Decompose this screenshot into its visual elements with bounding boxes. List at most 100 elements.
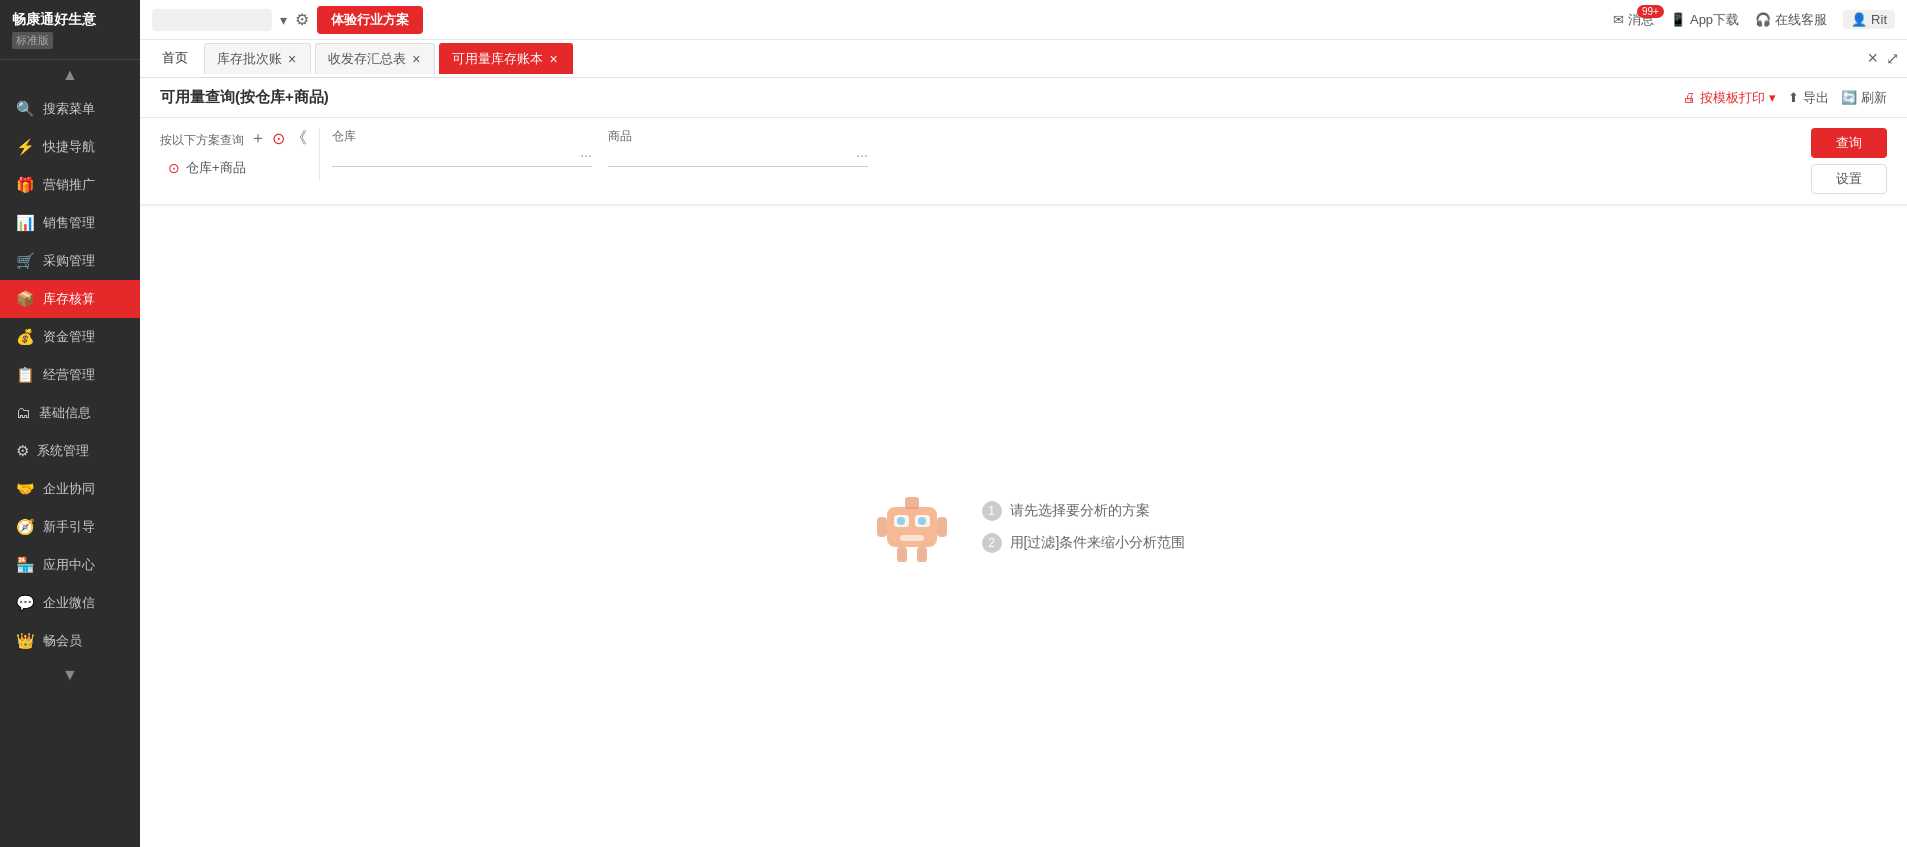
print-btn[interactable]: 🖨 按模板打印 ▾ xyxy=(1683,89,1776,107)
tab-batch-label: 库存批次账 xyxy=(217,50,282,68)
tab-home[interactable]: 首页 xyxy=(148,43,202,75)
sidebar-item-label: 畅会员 xyxy=(43,632,82,650)
refresh-label: 刷新 xyxy=(1861,89,1887,107)
search-icon: 🔍 xyxy=(16,100,35,118)
scheme-add-btn[interactable]: ＋ xyxy=(250,128,266,149)
headset-icon: 🎧 xyxy=(1755,12,1771,27)
sidebar-item-sales[interactable]: 📊 销售管理 xyxy=(0,204,140,242)
filter-settings-btn[interactable]: 设置 xyxy=(1811,164,1887,194)
sidebar-item-shortcut[interactable]: ⚡ 快捷导航 xyxy=(0,128,140,166)
sidebar-item-member[interactable]: 👑 畅会员 xyxy=(0,622,140,660)
sidebar-item-search[interactable]: 🔍 搜索菜单 xyxy=(0,90,140,128)
warehouse-input[interactable] xyxy=(332,148,580,163)
sidebar-item-inventory[interactable]: 📦 库存核算 xyxy=(0,280,140,318)
sidebar-scroll-down[interactable]: ▼ xyxy=(0,660,140,690)
tab-batch-close[interactable]: × xyxy=(286,52,298,66)
empty-tips: 1 请先选择要分析的方案 2 用[过滤]条件来缩小分析范围 xyxy=(982,501,1186,553)
sidebar-item-purchase[interactable]: 🛒 采购管理 xyxy=(0,242,140,280)
tab-available-close[interactable]: × xyxy=(547,52,559,66)
message-btn[interactable]: ✉ 消息 99+ xyxy=(1613,11,1654,29)
clipboard-icon: 📋 xyxy=(16,366,35,384)
page-header: 可用量查询(按仓库+商品) 🖨 按模板打印 ▾ ⬆ 导出 🔄 刷新 xyxy=(140,78,1907,118)
tip-num-1: 1 xyxy=(982,501,1002,521)
export-icon: ⬆ xyxy=(1788,90,1799,105)
sidebar-item-wechat[interactable]: 💬 企业微信 xyxy=(0,584,140,622)
warehouse-field: 仓库 ··· xyxy=(332,128,592,167)
tab-available-label: 可用量库存账本 xyxy=(452,50,543,68)
sidebar-item-label: 搜索菜单 xyxy=(43,100,95,118)
sidebar-item-label: 采购管理 xyxy=(43,252,95,270)
message-icon: ✉ xyxy=(1613,12,1624,27)
tabbar-expand-btn[interactable]: ⤢ xyxy=(1886,49,1899,68)
sidebar-item-label: 资金管理 xyxy=(43,328,95,346)
sidebar-item-newbie[interactable]: 🧭 新手引导 xyxy=(0,508,140,546)
tab-summary-close[interactable]: × xyxy=(410,52,422,66)
sidebar-item-finance[interactable]: 💰 资金管理 xyxy=(0,318,140,356)
scheme-item-label: 仓库+商品 xyxy=(186,159,246,177)
lightning-icon: ⚡ xyxy=(16,138,35,156)
tabbar-close-all-btn[interactable]: × xyxy=(1867,48,1878,69)
handshake-icon: 🤝 xyxy=(16,480,35,498)
company-name: 畅康通好生意 xyxy=(12,10,128,30)
svg-rect-8 xyxy=(917,547,927,562)
mobile-icon: 📱 xyxy=(1670,12,1686,27)
compass-icon: 🧭 xyxy=(16,518,35,536)
page-header-actions: 🖨 按模板打印 ▾ ⬆ 导出 🔄 刷新 xyxy=(1683,89,1887,107)
topbar: ▾ ⚙ 体验行业方案 ✉ 消息 99+ 📱 App下载 🎧 在线客服 👤 Rit xyxy=(140,0,1907,40)
warehouse-input-wrapper: ··· xyxy=(332,147,592,167)
query-btn[interactable]: 查询 xyxy=(1811,128,1887,158)
scheme-settings-btn[interactable]: ⊙ xyxy=(272,129,285,148)
user-menu-btn[interactable]: 👤 Rit xyxy=(1843,10,1895,29)
sidebar-item-basic[interactable]: 🗂 基础信息 xyxy=(0,394,140,432)
service-btn[interactable]: 🎧 在线客服 xyxy=(1755,11,1827,29)
scheme-item-warehouse[interactable]: ⊙ 仓库+商品 xyxy=(160,155,307,181)
goods-input-wrapper: ··· xyxy=(608,147,868,167)
sidebar-item-marketing[interactable]: 🎁 营销推广 xyxy=(0,166,140,204)
export-label: 导出 xyxy=(1803,89,1829,107)
refresh-btn[interactable]: 🔄 刷新 xyxy=(1841,89,1887,107)
sidebar-item-label: 营销推广 xyxy=(43,176,95,194)
sidebar-item-label: 企业协同 xyxy=(43,480,95,498)
page-title: 可用量查询(按仓库+商品) xyxy=(160,88,329,107)
refresh-icon: 🔄 xyxy=(1841,90,1857,105)
sidebar-logo: 畅康通好生意 标准版 xyxy=(0,0,140,60)
sidebar-item-operations[interactable]: 📋 经营管理 xyxy=(0,356,140,394)
goods-more-btn[interactable]: ··· xyxy=(856,147,868,163)
sidebar-item-appstore[interactable]: 🏪 应用中心 xyxy=(0,546,140,584)
sidebar: 畅康通好生意 标准版 ▲ 🔍 搜索菜单 ⚡ 快捷导航 🎁 营销推广 📊 销售管理… xyxy=(0,0,140,847)
empty-state: 1 请先选择要分析的方案 2 用[过滤]条件来缩小分析范围 xyxy=(140,207,1907,847)
page-content: 可用量查询(按仓库+商品) 🖨 按模板打印 ▾ ⬆ 导出 🔄 刷新 xyxy=(140,78,1907,847)
user-icon: 👤 xyxy=(1851,12,1867,27)
scheme-collapse-btn[interactable]: 《 xyxy=(291,128,307,149)
empty-tip-2: 2 用[过滤]条件来缩小分析范围 xyxy=(982,533,1186,553)
filter-scheme-header: 按以下方案查询 ＋ ⊙ 《 xyxy=(160,128,307,149)
money-icon: 💰 xyxy=(16,328,35,346)
scheme-active-icon: ⊙ xyxy=(168,160,180,176)
goods-input[interactable] xyxy=(608,148,856,163)
tab-available[interactable]: 可用量库存账本 × xyxy=(439,43,572,74)
search-input[interactable] xyxy=(152,9,272,31)
sidebar-item-label: 经营管理 xyxy=(43,366,95,384)
sidebar-item-enterprise[interactable]: 🤝 企业协同 xyxy=(0,470,140,508)
service-label: 在线客服 xyxy=(1775,11,1827,29)
sidebar-item-system[interactable]: ⚙ 系统管理 xyxy=(0,432,140,470)
topbar-gear-btn[interactable]: ⚙ xyxy=(295,10,309,29)
dropdown-btn[interactable]: ▾ xyxy=(280,12,287,28)
tip-num-2: 2 xyxy=(982,533,1002,553)
tabbar-right: × ⤢ xyxy=(1867,48,1899,69)
tab-summary[interactable]: 收发存汇总表 × xyxy=(315,43,435,74)
svg-rect-6 xyxy=(937,517,947,537)
trial-btn[interactable]: 体验行业方案 xyxy=(317,6,423,34)
warehouse-more-btn[interactable]: ··· xyxy=(580,147,592,163)
sidebar-scroll-up[interactable]: ▲ xyxy=(0,60,140,90)
tip-text-2: 用[过滤]条件来缩小分析范围 xyxy=(1010,534,1186,552)
export-btn[interactable]: ⬆ 导出 xyxy=(1788,89,1829,107)
cart-icon: 🛒 xyxy=(16,252,35,270)
print-label: 按模板打印 xyxy=(1700,89,1765,107)
empty-tip-1: 1 请先选择要分析的方案 xyxy=(982,501,1186,521)
user-label: Rit xyxy=(1871,12,1887,27)
svg-rect-7 xyxy=(897,547,907,562)
app-download-btn[interactable]: 📱 App下载 xyxy=(1670,11,1739,29)
tab-batch[interactable]: 库存批次账 × xyxy=(204,43,311,74)
print-dropdown-icon: ▾ xyxy=(1769,90,1776,105)
